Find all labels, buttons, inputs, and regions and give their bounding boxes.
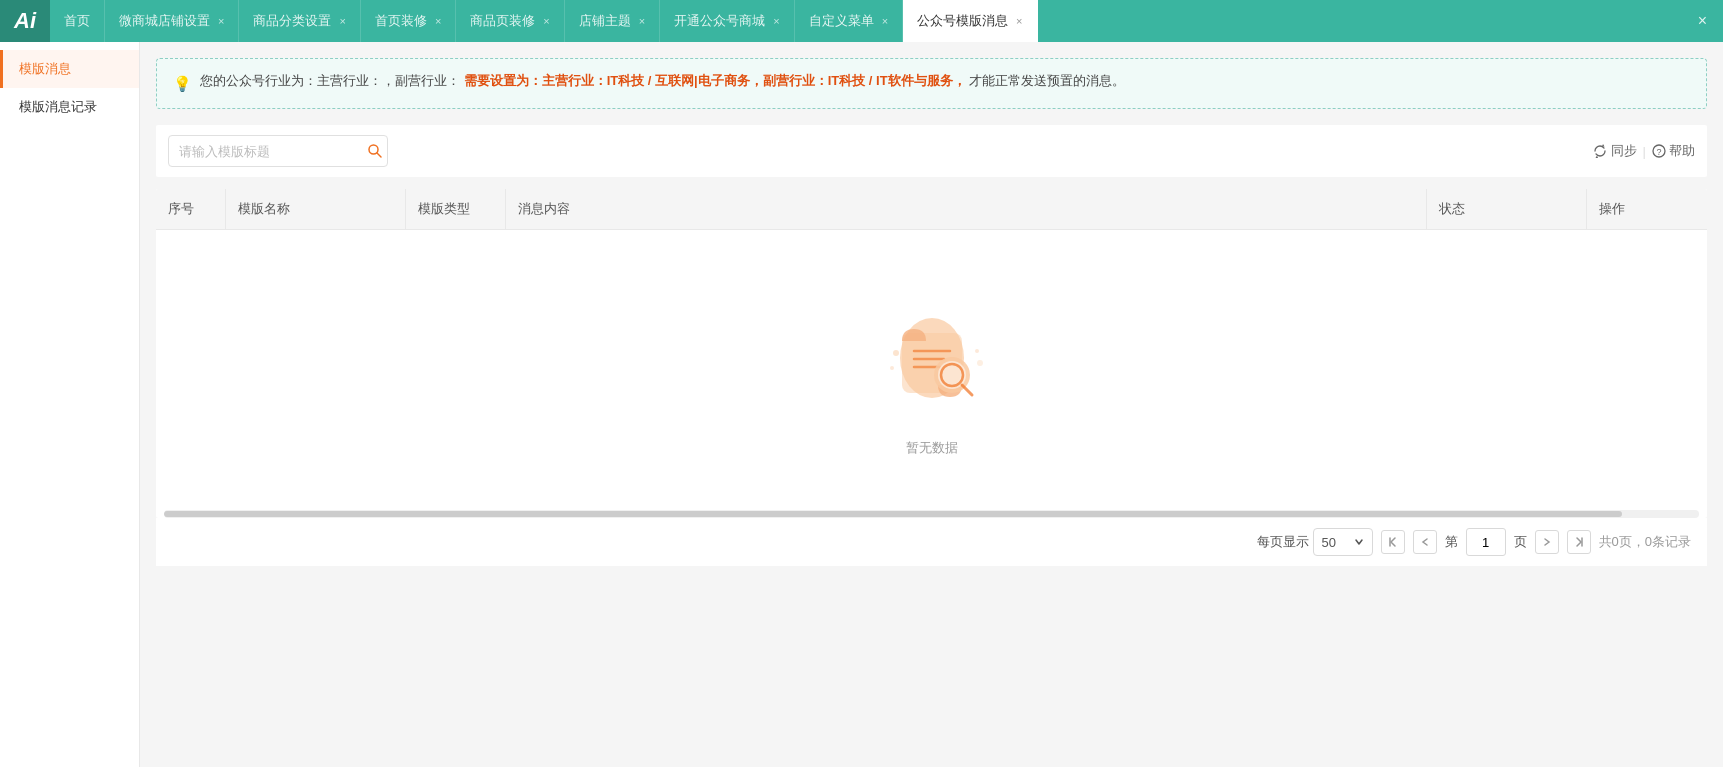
sync-label: 同步: [1611, 142, 1637, 160]
svg-text:?: ?: [1656, 147, 1661, 157]
search-input[interactable]: [169, 144, 357, 159]
th-action: 操作: [1587, 189, 1707, 229]
svg-point-14: [890, 366, 894, 370]
top-nav-bar: Ai 首页 微商城店铺设置 × 商品分类设置 × 首页装修 × 商品页装修 × …: [0, 0, 1723, 42]
th-status: 状态: [1427, 189, 1587, 229]
nav-tab-home[interactable]: 首页: [50, 0, 105, 42]
notice-highlight: 需要设置为：主营行业：IT科技 / 互联网|电子商务，副营行业：IT科技 / I…: [464, 73, 966, 88]
nav-tab-template-message-close[interactable]: ×: [1016, 15, 1022, 27]
page-size-select: 每页显示 50: [1257, 528, 1373, 556]
th-template-name: 模版名称: [226, 189, 406, 229]
toolbar-divider: |: [1643, 144, 1646, 159]
nav-tab-product-decoration[interactable]: 商品页装修 ×: [456, 0, 564, 42]
svg-line-12: [962, 385, 972, 395]
nav-tab-store-theme-close[interactable]: ×: [639, 15, 645, 27]
nav-tab-category-settings-close[interactable]: ×: [339, 15, 345, 27]
last-page-icon: [1573, 536, 1585, 548]
nav-tab-store-theme-label: 店铺主题: [579, 12, 631, 30]
horizontal-scrollbar[interactable]: [164, 510, 1699, 518]
nav-tab-template-message[interactable]: 公众号模版消息 ×: [903, 0, 1037, 42]
sidebar-item-template-msg-record-label: 模版消息记录: [19, 99, 97, 114]
first-page-button[interactable]: [1381, 530, 1405, 554]
nav-tab-open-wechat-mall[interactable]: 开通公众号商城 ×: [660, 0, 794, 42]
help-button[interactable]: ? 帮助: [1652, 142, 1695, 160]
nav-tab-home-label: 首页: [64, 12, 90, 30]
pagination-bar: 每页显示 50 第 页: [156, 518, 1707, 566]
nav-tab-store-theme[interactable]: 店铺主题 ×: [565, 0, 660, 42]
table-header: 序号 模版名称 模版类型 消息内容 状态 操作: [156, 189, 1707, 230]
nav-tab-homepage-decoration-close[interactable]: ×: [435, 15, 441, 27]
search-toolbar: 同步 | ? 帮助: [156, 125, 1707, 177]
total-info: 共0页，0条记录: [1599, 533, 1691, 551]
notice-suffix: 才能正常发送预置的消息。: [969, 73, 1125, 88]
search-left: [168, 135, 388, 167]
nav-tab-open-wechat-mall-label: 开通公众号商城: [674, 12, 765, 30]
nav-tab-custom-menu-label: 自定义菜单: [809, 12, 874, 30]
notice-icon: 💡: [173, 72, 192, 96]
svg-point-15: [975, 349, 979, 353]
page-size-label: 每页显示: [1257, 533, 1309, 551]
sidebar-item-template-msg-label: 模版消息: [19, 61, 71, 76]
svg-line-1: [377, 153, 381, 157]
nav-tab-product-decoration-close[interactable]: ×: [543, 15, 549, 27]
nav-tab-template-message-label: 公众号模版消息: [917, 12, 1008, 30]
first-page-icon: [1387, 536, 1399, 548]
main-layout: 模版消息 模版消息记录 💡 您的公众号行业为：主营行业：，副营行业： 需要设置为…: [0, 42, 1723, 767]
nav-tab-open-wechat-mall-close[interactable]: ×: [773, 15, 779, 27]
nav-tab-category-settings[interactable]: 商品分类设置 ×: [239, 0, 360, 42]
scrollbar-thumb: [164, 511, 1622, 517]
page-suffix: 页: [1514, 533, 1527, 551]
th-message-content: 消息内容: [506, 189, 1427, 229]
next-page-icon: [1542, 537, 1552, 547]
next-page-button[interactable]: [1535, 530, 1559, 554]
nav-tab-custom-menu-close[interactable]: ×: [882, 15, 888, 27]
content-area: 💡 您的公众号行业为：主营行业：，副营行业： 需要设置为：主营行业：IT科技 /…: [140, 42, 1723, 767]
nav-tab-category-settings-label: 商品分类设置: [253, 12, 331, 30]
th-seq: 序号: [156, 189, 226, 229]
empty-state: 暂无数据: [156, 230, 1707, 510]
toolbar-right: 同步 | ? 帮助: [1593, 142, 1695, 160]
th-template-type: 模版类型: [406, 189, 506, 229]
page-size-value: 50: [1322, 535, 1336, 550]
sidebar: 模版消息 模版消息记录: [0, 42, 140, 767]
empty-illustration: [872, 303, 992, 423]
last-page-button[interactable]: [1567, 530, 1591, 554]
sync-icon: [1593, 144, 1607, 158]
nav-close-all-button[interactable]: ×: [1682, 12, 1723, 30]
current-page-label: 第: [1445, 533, 1458, 551]
notice-box: 💡 您的公众号行业为：主营行业：，副营行业： 需要设置为：主营行业：IT科技 /…: [156, 58, 1707, 109]
notice-text: 您的公众号行业为：主营行业：，副营行业： 需要设置为：主营行业：IT科技 / 互…: [200, 71, 1125, 92]
help-icon: ?: [1652, 144, 1666, 158]
nav-tab-product-decoration-label: 商品页装修: [470, 12, 535, 30]
data-table: 序号 模版名称 模版类型 消息内容 状态 操作: [156, 189, 1707, 518]
nav-tab-shop-settings-close[interactable]: ×: [218, 15, 224, 27]
svg-point-16: [977, 360, 983, 366]
search-button[interactable]: [357, 143, 388, 159]
help-label: 帮助: [1669, 142, 1695, 160]
nav-tab-shop-settings-label: 微商城店铺设置: [119, 12, 210, 30]
sync-button[interactable]: 同步: [1593, 142, 1637, 160]
sidebar-item-template-msg-record[interactable]: 模版消息记录: [0, 88, 139, 126]
nav-tab-custom-menu[interactable]: 自定义菜单 ×: [795, 0, 903, 42]
nav-tab-homepage-decoration[interactable]: 首页装修 ×: [361, 0, 456, 42]
notice-prefix: 您的公众号行业为：主营行业：，副营行业：: [200, 73, 460, 88]
nav-tab-shop-settings[interactable]: 微商城店铺设置 ×: [105, 0, 239, 42]
prev-page-icon: [1420, 537, 1430, 547]
nav-tab-homepage-decoration-label: 首页装修: [375, 12, 427, 30]
empty-text: 暂无数据: [906, 439, 958, 457]
page-size-dropdown[interactable]: 50: [1313, 528, 1373, 556]
sidebar-item-template-msg[interactable]: 模版消息: [0, 50, 139, 88]
search-input-wrap: [168, 135, 388, 167]
page-number-input[interactable]: [1466, 528, 1506, 556]
search-icon: [367, 143, 383, 159]
prev-page-button[interactable]: [1413, 530, 1437, 554]
chevron-down-icon: [1354, 537, 1364, 547]
app-logo: Ai: [0, 0, 50, 42]
svg-point-13: [893, 350, 899, 356]
